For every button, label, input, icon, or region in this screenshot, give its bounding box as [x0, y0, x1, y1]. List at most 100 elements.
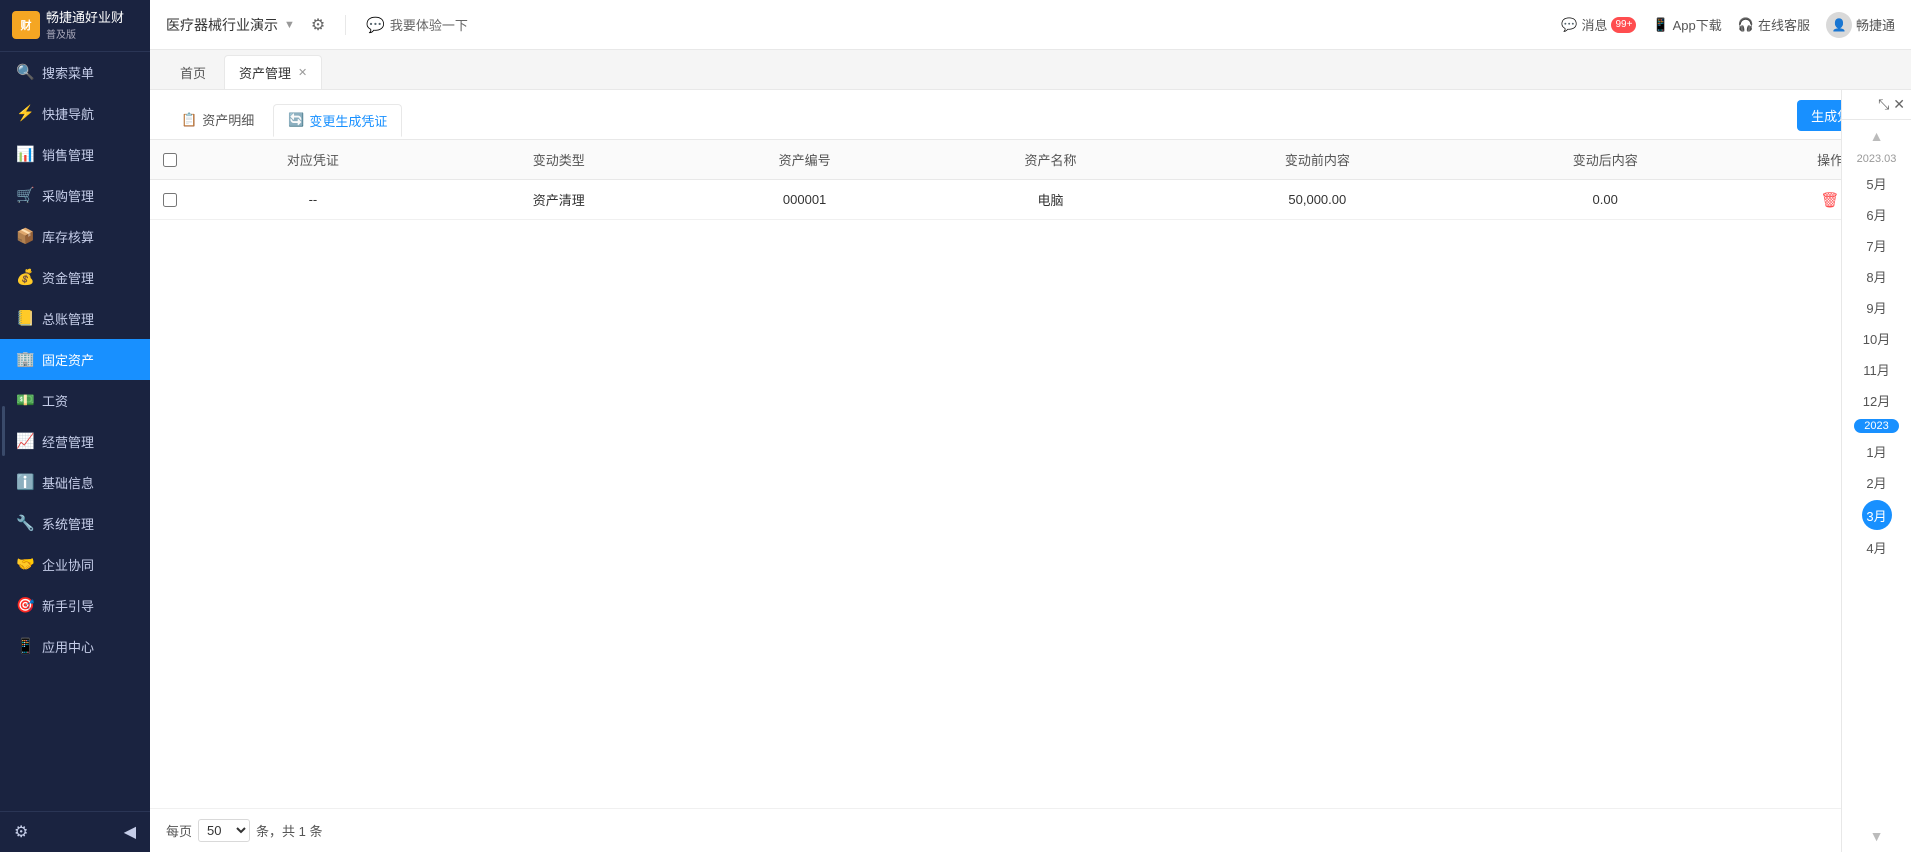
row-voucher: --	[190, 180, 436, 220]
month-6[interactable]: 6月	[1856, 199, 1896, 230]
fixed-assets-icon: 🏢	[16, 350, 34, 368]
collapse-icon[interactable]: ◀	[124, 822, 136, 842]
quick-nav-icon: ⚡	[16, 104, 34, 122]
sidebar-item-label: 采购管理	[42, 186, 94, 205]
month-3-active-wrapper: 3月	[1862, 498, 1892, 532]
sidebar-item-label: 快捷导航	[42, 104, 94, 123]
month-12[interactable]: 12月	[1853, 385, 1900, 416]
per-page-select[interactable]: 50 10 20 100	[198, 819, 250, 842]
col-asset-name: 资产名称	[928, 140, 1174, 180]
logo-text: 畅捷通好业财	[46, 10, 124, 26]
sidebar-item-ops[interactable]: 📈 经营管理	[0, 421, 150, 462]
sidebar-item-search[interactable]: 🔍 搜索菜单	[0, 52, 150, 93]
subtab-change-voucher[interactable]: 🔄 变更生成凭证	[273, 104, 402, 137]
row-checkbox-cell	[150, 180, 190, 220]
user-menu[interactable]: 👤 畅捷通	[1826, 12, 1895, 38]
row-checkbox[interactable]	[163, 193, 177, 207]
funds-icon: 💰	[16, 268, 34, 286]
logo-sub: 普及版	[46, 26, 124, 41]
tabbar: 首页 资产管理 ✕	[150, 50, 1911, 90]
per-page-label: 每页	[166, 821, 192, 840]
col-asset-code: 资产编号	[682, 140, 928, 180]
sidebar-item-label: 基础信息	[42, 473, 94, 492]
sidebar-item-collab[interactable]: 🤝 企业协同	[0, 544, 150, 585]
month-8[interactable]: 8月	[1856, 261, 1896, 292]
sidebar-item-salary[interactable]: 💵 工资	[0, 380, 150, 421]
sidebar-item-app-center[interactable]: 📱 应用中心	[0, 626, 150, 667]
app-download-button[interactable]: 📱 App下载	[1652, 15, 1721, 34]
customer-service-button[interactable]: 🎧 在线客服	[1738, 15, 1810, 34]
months-2023: 1月 2月 3月 4月	[1842, 436, 1911, 563]
year-tag: 2023	[1854, 419, 1898, 433]
settings-icon[interactable]: ⚙	[14, 822, 28, 842]
avatar: 👤	[1826, 12, 1852, 38]
tab-home[interactable]: 首页	[166, 56, 220, 89]
sidebar-item-quick-nav[interactable]: ⚡ 快捷导航	[0, 93, 150, 134]
ledger-icon: 📒	[16, 309, 34, 327]
close-panel-icon[interactable]: ✕	[1893, 96, 1905, 113]
row-after-change: 0.00	[1461, 180, 1749, 220]
months-list: 5月 6月 7月 8月 9月 10月 11月 12月	[1842, 168, 1911, 416]
sidebar-item-guide[interactable]: 🎯 新手引导	[0, 585, 150, 626]
select-all-checkbox[interactable]	[163, 153, 177, 167]
table-container: 对应凭证 变动类型 资产编号 资产名称 变动前内容 变动后内容 操作	[150, 140, 1911, 808]
sidebar-item-inventory[interactable]: 📦 库存核算	[0, 216, 150, 257]
guide-icon: 🎯	[16, 596, 34, 614]
sidebar-item-label: 经营管理	[42, 432, 94, 451]
sidebar-item-basic-info[interactable]: ℹ️ 基础信息	[0, 462, 150, 503]
dropdown-arrow-icon: ▼	[284, 19, 295, 31]
month-4[interactable]: 4月	[1856, 532, 1896, 563]
year-before-label: 2023.03	[1842, 150, 1911, 168]
col-voucher: 对应凭证	[190, 140, 436, 180]
search-icon: 🔍	[16, 63, 34, 81]
month-7[interactable]: 7月	[1856, 230, 1896, 261]
row-before-change: 50,000.00	[1173, 180, 1461, 220]
sidebar-item-ledger[interactable]: 📒 总账管理	[0, 298, 150, 339]
scroll-down-arrow[interactable]: ▼	[1842, 824, 1911, 848]
sidebar-item-label: 企业协同	[42, 555, 94, 574]
message-icon: 💬	[1561, 17, 1577, 33]
sidebar-nav: 🔍 搜索菜单 ⚡ 快捷导航 📊 销售管理 🛒 采购管理 📦 库存核算 💰	[0, 52, 150, 811]
sidebar-footer: ⚙ ◀	[0, 811, 150, 852]
sidebar-item-fixed-assets[interactable]: 🏢 固定资产	[0, 339, 150, 380]
month-3-active[interactable]: 3月	[1862, 500, 1892, 530]
sidebar-item-label: 应用中心	[42, 637, 94, 656]
month-2[interactable]: 2月	[1856, 467, 1896, 498]
sidebar-item-sys[interactable]: 🔧 系统管理	[0, 503, 150, 544]
tab-close-icon[interactable]: ✕	[298, 66, 307, 79]
scroll-up-arrow[interactable]: ▲	[1842, 124, 1911, 148]
customer-service-label: 在线客服	[1758, 15, 1810, 34]
date-panel-scroll[interactable]: 2023.03 5月 6月 7月 8月 9月 10月 11月 12月 2023 …	[1842, 150, 1911, 822]
sidebar-item-label: 新手引导	[42, 596, 94, 615]
sidebar: 财 畅捷通好业财 普及版 🔍 搜索菜单 ⚡ 快捷导航 📊 销售管理 🛒	[0, 0, 150, 852]
subtab-bar: 📋 资产明细 🔄 变更生成凭证 生成凭证 ▼	[150, 90, 1911, 140]
col-checkbox	[150, 140, 190, 180]
total-label: 条，共 1 条	[256, 821, 322, 840]
row-change-type: 资产清理	[436, 180, 682, 220]
month-1[interactable]: 1月	[1856, 436, 1896, 467]
sidebar-item-sales[interactable]: 📊 销售管理	[0, 134, 150, 175]
sidebar-item-label: 总账管理	[42, 309, 94, 328]
company-name: 医疗器械行业演示	[166, 15, 278, 35]
expand-icon[interactable]: ⤡	[1878, 96, 1889, 113]
sidebar-item-funds[interactable]: 💰 资金管理	[0, 257, 150, 298]
delete-button[interactable]: 🗑	[1821, 191, 1840, 209]
sidebar-item-purchase[interactable]: 🛒 采购管理	[0, 175, 150, 216]
logo-text-block: 畅捷通好业财 普及版	[46, 10, 124, 41]
app-download-icon: 📱	[1652, 17, 1668, 33]
salary-icon: 💵	[16, 391, 34, 409]
month-10[interactable]: 10月	[1853, 323, 1900, 354]
subtab-asset-detail[interactable]: 📋 资产明细	[166, 103, 269, 136]
month-11[interactable]: 11月	[1853, 354, 1900, 385]
row-asset-name: 电脑	[928, 180, 1174, 220]
company-settings-icon[interactable]: ⚙	[311, 15, 325, 35]
experience-button[interactable]: 💬 我要体验一下	[366, 15, 468, 34]
side-date-panel: ⤡ ✕ ▲ 2023.03 5月 6月 7月 8月 9月 10月 11月 12月	[1841, 90, 1911, 852]
tab-asset-mgmt[interactable]: 资产管理 ✕	[224, 55, 322, 89]
col-before-change: 变动前内容	[1173, 140, 1461, 180]
messages-button[interactable]: 💬 消息 99+	[1561, 15, 1636, 34]
asset-detail-icon: 📋	[181, 112, 197, 128]
month-5[interactable]: 5月	[1856, 168, 1896, 199]
month-9[interactable]: 9月	[1856, 292, 1896, 323]
company-selector[interactable]: 医疗器械行业演示 ▼	[166, 15, 295, 35]
